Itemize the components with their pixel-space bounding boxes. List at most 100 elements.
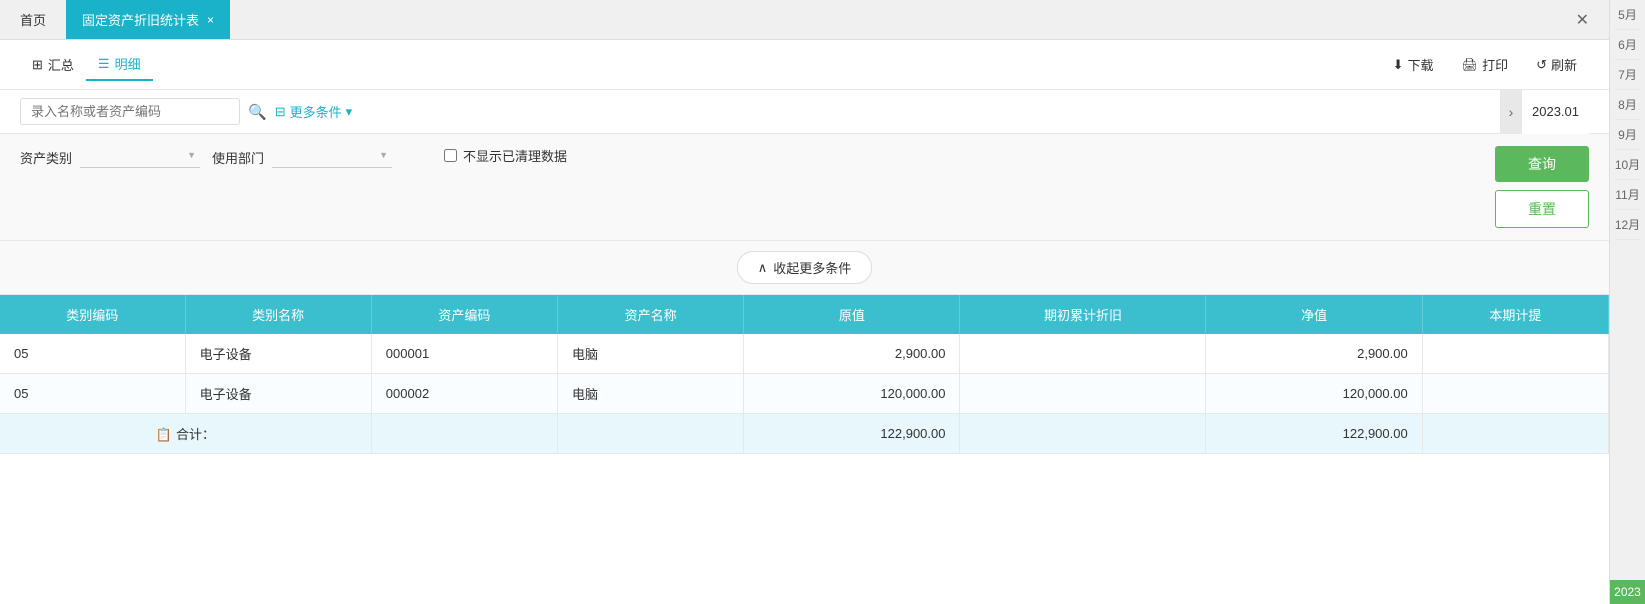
toolbar: ⊞ 汇总 ☰ 明细 ⬇ 下载 🖨 打印 ↺ 刷新 <box>0 40 1609 90</box>
print-icon: 🖨 <box>1462 57 1479 73</box>
date-prev-arrow[interactable]: › <box>1500 90 1522 134</box>
cell-category-code: 05 <box>0 334 185 374</box>
department-select-wrap <box>272 146 392 168</box>
filter-area: 资产类别 使用部门 不显示已清理数据 查询 重置 <box>0 134 1609 241</box>
total-net-value: 122,900.00 <box>1206 414 1422 454</box>
col-accumulated-depreciation: 期初累计折旧 <box>960 295 1206 334</box>
col-asset-name: 资产名称 <box>558 295 744 334</box>
collapse-up-icon: ∧ <box>758 260 768 276</box>
tab-home[interactable]: 首页 <box>0 0 66 39</box>
query-button[interactable]: 查询 <box>1495 146 1589 182</box>
cell-original-value: 120,000.00 <box>744 374 960 414</box>
total-asset-code-cell <box>371 414 557 454</box>
department-select[interactable] <box>272 146 392 168</box>
total-accumulated-depreciation <box>960 414 1206 454</box>
download-button[interactable]: ⬇ 下载 <box>1381 49 1446 80</box>
summary-tab-button[interactable]: ⊞ 汇总 <box>20 49 86 80</box>
refresh-label: 刷新 <box>1551 55 1577 74</box>
col-category-code: 类别编码 <box>0 295 185 334</box>
sidebar-month[interactable]: 5月 <box>1615 0 1640 30</box>
collapse-bar: ∧ 收起更多条件 <box>0 241 1609 295</box>
tab-bar: 首页 固定资产折旧统计表 × ✕ <box>0 0 1609 40</box>
tab-close-icon[interactable]: × <box>207 13 214 27</box>
cell-asset-code: 000002 <box>371 374 557 414</box>
department-group: 使用部门 <box>212 146 392 168</box>
more-filter-button[interactable]: ⊟ 更多条件 ▾ <box>275 102 352 121</box>
detail-tab-button[interactable]: ☰ 明细 <box>86 48 153 81</box>
right-sidebar: 5月6月7月8月9月10月11月12月 2023 <box>1609 0 1645 604</box>
cell-original-value: 2,900.00 <box>744 334 960 374</box>
filter-icon: ⊟ <box>275 104 286 120</box>
summary-label: 汇总 <box>48 55 74 74</box>
cell-asset-code: 000001 <box>371 334 557 374</box>
col-net-value: 净值 <box>1206 295 1422 334</box>
data-table: 类别编码 类别名称 资产编码 资产名称 原值 期初累计折旧 净值 本期计提 05… <box>0 295 1609 454</box>
sidebar-month[interactable]: 11月 <box>1615 180 1640 210</box>
print-label: 打印 <box>1482 55 1508 74</box>
total-current-period <box>1422 414 1608 454</box>
col-current-period: 本期计提 <box>1422 295 1608 334</box>
asset-category-select-wrap <box>80 146 200 168</box>
date-navigation: › 2023.01 <box>1500 90 1589 134</box>
table-wrap: 类别编码 类别名称 资产编码 资产名称 原值 期初累计折旧 净值 本期计提 05… <box>0 295 1609 604</box>
total-original-value: 122,900.00 <box>744 414 960 454</box>
asset-category-group: 资产类别 <box>20 146 200 168</box>
toolbar-right: ⬇ 下载 🖨 打印 ↺ 刷新 <box>1381 49 1589 80</box>
search-icon[interactable]: 🔍 <box>248 103 267 121</box>
collapse-label: 收起更多条件 <box>773 258 851 277</box>
cell-asset-name: 电脑 <box>558 334 744 374</box>
col-category-name: 类别名称 <box>185 295 371 334</box>
col-asset-code: 资产编码 <box>371 295 557 334</box>
active-tab-label: 固定资产折旧统计表 <box>82 10 199 29</box>
home-tab-label: 首页 <box>20 10 46 29</box>
cell-category-name: 电子设备 <box>185 374 371 414</box>
table-header-row: 类别编码 类别名称 资产编码 资产名称 原值 期初累计折旧 净值 本期计提 <box>0 295 1609 334</box>
filter-actions: 查询 重置 <box>1495 146 1589 228</box>
date-label: 2023.01 <box>1522 90 1589 134</box>
print-button[interactable]: 🖨 打印 <box>1450 49 1521 80</box>
asset-category-label: 资产类别 <box>20 148 72 167</box>
sidebar-month[interactable]: 8月 <box>1615 90 1640 120</box>
total-asset-name-cell <box>558 414 744 454</box>
col-original-value: 原值 <box>744 295 960 334</box>
tab-active[interactable]: 固定资产折旧统计表 × <box>66 0 230 39</box>
cell-accumulated-depreciation <box>960 334 1206 374</box>
total-label-cell: 📋合计： <box>0 414 371 454</box>
total-icon: 📋 <box>156 427 172 442</box>
detail-icon: ☰ <box>98 56 110 72</box>
download-label: 下载 <box>1408 55 1434 74</box>
cell-category-name: 电子设备 <box>185 334 371 374</box>
sidebar-month[interactable]: 12月 <box>1615 210 1640 240</box>
filter-label: 更多条件 <box>290 102 342 121</box>
download-icon: ⬇ <box>1393 57 1404 73</box>
refresh-icon: ↺ <box>1536 57 1547 73</box>
table-row: 05 电子设备 000001 电脑 2,900.00 2,900.00 <box>0 334 1609 374</box>
hide-cleared-label: 不显示已清理数据 <box>463 146 567 165</box>
reset-button[interactable]: 重置 <box>1495 190 1589 228</box>
cell-current-period <box>1422 374 1608 414</box>
cell-net-value: 2,900.00 <box>1206 334 1422 374</box>
detail-label: 明细 <box>115 54 141 73</box>
refresh-button[interactable]: ↺ 刷新 <box>1524 49 1589 80</box>
filter-arrow-icon: ▾ <box>346 104 353 120</box>
asset-category-select[interactable] <box>80 146 200 168</box>
sidebar-year[interactable]: 2023 <box>1610 580 1645 604</box>
total-row: 📋合计： 122,900.00 122,900.00 <box>0 414 1609 454</box>
hide-cleared-group: 不显示已清理数据 <box>444 146 567 165</box>
sidebar-month[interactable]: 6月 <box>1615 30 1640 60</box>
sidebar-month[interactable]: 9月 <box>1615 120 1640 150</box>
search-input[interactable] <box>20 98 240 125</box>
table-row: 05 电子设备 000002 电脑 120,000.00 120,000.00 <box>0 374 1609 414</box>
sidebar-month[interactable]: 7月 <box>1615 60 1640 90</box>
search-bar: 🔍 ⊟ 更多条件 ▾ › 2023.01 <box>0 90 1609 134</box>
collapse-button[interactable]: ∧ 收起更多条件 <box>737 251 873 284</box>
hide-cleared-checkbox[interactable] <box>444 149 457 162</box>
sidebar-month[interactable]: 10月 <box>1615 150 1640 180</box>
cell-asset-name: 电脑 <box>558 374 744 414</box>
cell-current-period <box>1422 334 1608 374</box>
cell-net-value: 120,000.00 <box>1206 374 1422 414</box>
cell-category-code: 05 <box>0 374 185 414</box>
cell-accumulated-depreciation <box>960 374 1206 414</box>
department-label: 使用部门 <box>212 148 264 167</box>
window-close-button[interactable]: ✕ <box>1556 10 1609 30</box>
